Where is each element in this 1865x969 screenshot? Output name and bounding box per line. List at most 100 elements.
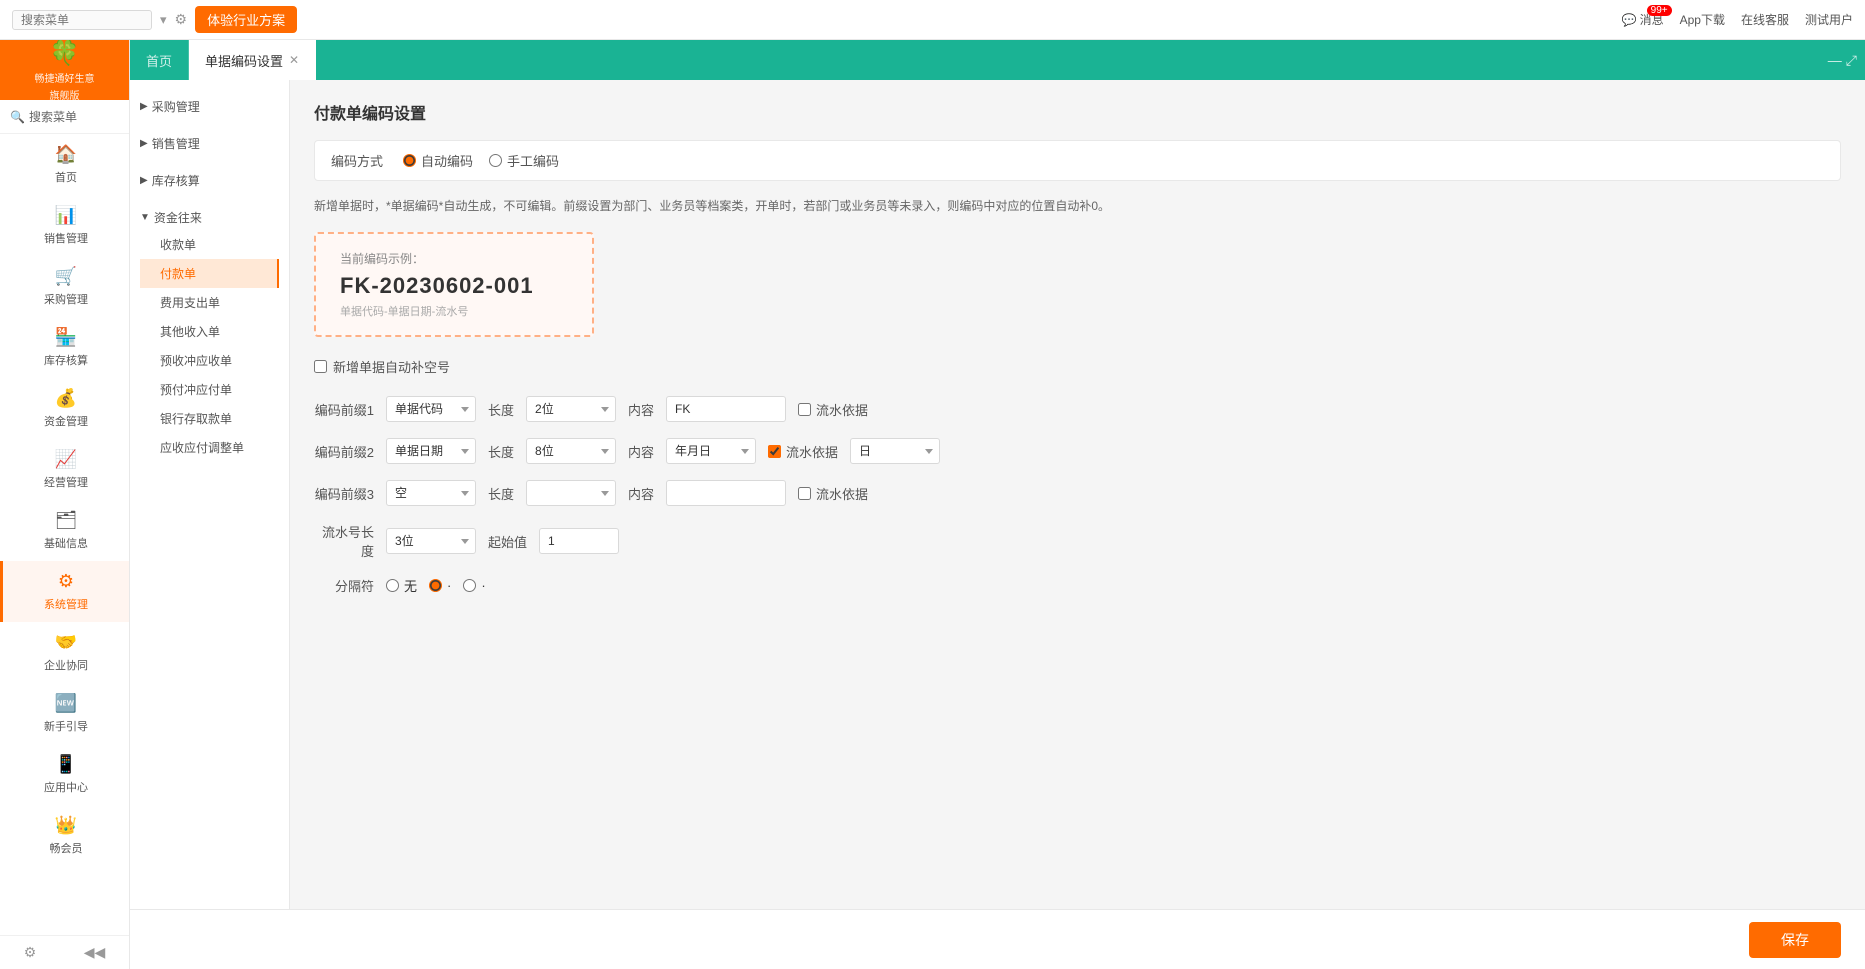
sidebar-item-purchase[interactable]: 🛒 采购管理 [0, 256, 129, 317]
sidebar: 🍀 畅捷通好生意 旗舰版 🔍 搜索菜单 🏠 首页 📊 销售管理 🛒 采购管理 🏪 [0, 40, 130, 969]
logo-icon: 🍀 [50, 40, 80, 68]
prefix1-label: 编码前缀1 [314, 400, 374, 419]
radio-manual[interactable]: 手工编码 [489, 151, 559, 170]
sidebar-item-home[interactable]: 🏠 首页 [0, 134, 129, 195]
radio-auto[interactable]: 自动编码 [403, 151, 473, 170]
sidebar-item-finance[interactable]: 💰 资金管理 [0, 378, 129, 439]
stream3-checkbox-group[interactable]: 流水依据 [798, 484, 868, 503]
vip-icon: 👑 [55, 815, 77, 836]
purchase-icon: 🛒 [55, 266, 77, 287]
tab-bar-actions: — ⤢ [1828, 52, 1865, 69]
sidebar-search[interactable]: 🔍 搜索菜单 [0, 100, 129, 134]
sep-dash-option[interactable]: · [463, 578, 485, 593]
save-button[interactable]: 保存 [1749, 922, 1841, 958]
search-input[interactable] [12, 10, 152, 30]
sidebar-search-label: 搜索菜单 [29, 108, 77, 125]
sidebar-item-sales[interactable]: 📊 销售管理 [0, 195, 129, 256]
content1-label: 内容 [628, 400, 654, 419]
app-download-link[interactable]: App下载 [1680, 11, 1725, 28]
code-preview-box: 当前编码示例： FK-20230602-001 单据代码-单据日期-流水号 [314, 232, 594, 337]
sub-nav-group-inventory-title[interactable]: ▶ 库存核算 [140, 168, 279, 193]
sidebar-item-finance-label: 资金管理 [44, 413, 88, 429]
top-bar-left: ▾ ⚙ 体验行业方案 [12, 6, 1612, 33]
sep-none-radio[interactable] [386, 579, 399, 592]
sub-nav-group-funds-title[interactable]: ▼ 资金往来 [140, 205, 279, 230]
sep-dot-label: · [447, 578, 451, 593]
collapse-icon[interactable]: ◀◀ [84, 944, 106, 961]
sub-nav-item-other-income[interactable]: 其他收入单 [140, 317, 279, 346]
sub-nav-item-pre-receipt[interactable]: 预收冲应收单 [140, 346, 279, 375]
stream3-checkbox[interactable] [798, 487, 811, 500]
try-industry-button[interactable]: 体验行业方案 [195, 6, 297, 33]
tab-expand-icon[interactable]: ⤢ [1846, 52, 1857, 69]
length2-select[interactable]: 8位 [526, 438, 616, 464]
sidebar-item-basic[interactable]: 🗂 基础信息 [0, 500, 129, 561]
auto-fill-label[interactable]: 新增单据自动补空号 [333, 357, 450, 376]
enterprise-icon: 🤝 [55, 632, 77, 653]
search-icon: 🔍 [10, 110, 25, 124]
auto-fill-checkbox[interactable] [314, 360, 327, 373]
stream2-checkbox[interactable] [768, 445, 781, 458]
sub-nav-item-adjustment[interactable]: 应收应付调整单 [140, 433, 279, 462]
prefix3-select[interactable]: 空 [386, 480, 476, 506]
sep-none-option[interactable]: 无 [386, 576, 417, 595]
stream1-checkbox-group[interactable]: 流水依据 [798, 400, 868, 419]
settings-bottom-icon[interactable]: ⚙ [24, 944, 37, 961]
content2-select[interactable]: 年月日 [666, 438, 756, 464]
sidebar-item-enterprise[interactable]: 🤝 企业协同 [0, 622, 129, 683]
dropdown-arrow-icon[interactable]: ▾ [160, 12, 167, 28]
content1-input[interactable] [666, 396, 786, 422]
tab-home-label: 首页 [146, 51, 172, 70]
radio-auto-label: 自动编码 [421, 151, 473, 170]
settings-gear-icon[interactable]: ⚙ [175, 11, 188, 28]
radio-manual-input[interactable] [489, 154, 502, 167]
prefix2-select[interactable]: 单据日期 [386, 438, 476, 464]
sidebar-item-system[interactable]: ⚙ 系统管理 [0, 561, 129, 622]
online-service-link[interactable]: 在线客服 [1741, 11, 1789, 28]
content3-input[interactable] [666, 480, 786, 506]
tab-close-icon[interactable]: ✕ [289, 53, 299, 67]
sub-nav-sales-label: 销售管理 [152, 135, 200, 152]
chevron-right-icon: ▶ [140, 101, 148, 112]
serial-select[interactable]: 3位 [386, 528, 476, 554]
sub-nav-item-receipt[interactable]: 收款单 [140, 230, 279, 259]
serial-label: 流水号长度 [314, 522, 374, 560]
sidebar-item-guide-label: 新手引导 [44, 718, 88, 734]
prefix1-select[interactable]: 单据代码 [386, 396, 476, 422]
sub-nav-item-pre-payment[interactable]: 预付冲应付单 [140, 375, 279, 404]
sep-dash-radio[interactable] [463, 579, 476, 592]
sidebar-item-vip[interactable]: 👑 畅会员 [0, 805, 129, 866]
sidebar-item-apps[interactable]: 📱 应用中心 [0, 744, 129, 805]
sidebar-item-inventory[interactable]: 🏪 库存核算 [0, 317, 129, 378]
sidebar-item-operation[interactable]: 📈 经营管理 [0, 439, 129, 500]
content2-label: 内容 [628, 442, 654, 461]
tab-home[interactable]: 首页 [130, 40, 189, 80]
tab-minimize-icon[interactable]: — [1828, 52, 1842, 68]
period2-select[interactable]: 日 [850, 438, 940, 464]
sub-nav-item-payment[interactable]: 付款单 [140, 259, 279, 288]
stream1-checkbox[interactable] [798, 403, 811, 416]
sub-nav-item-expense[interactable]: 费用支出单 [140, 288, 279, 317]
length3-select[interactable] [526, 480, 616, 506]
bottom-bar: 保存 [130, 909, 1865, 969]
sidebar-item-apps-label: 应用中心 [44, 779, 88, 795]
sep-dot-option[interactable]: · [429, 578, 451, 593]
message-badge[interactable]: 💬 消息 99+ [1622, 11, 1664, 28]
content3-label: 内容 [628, 484, 654, 503]
start-input[interactable] [539, 528, 619, 554]
stream2-checkbox-group[interactable]: 流水依据 [768, 442, 838, 461]
page-content: ▶ 采购管理 ▶ 销售管理 ▶ 库存核算 [130, 80, 1865, 909]
sidebar-bottom: ⚙ ◀◀ [0, 935, 129, 969]
tab-bar: 首页 单据编码设置 ✕ — ⤢ [130, 40, 1865, 80]
length1-select[interactable]: 2位 [526, 396, 616, 422]
sub-nav-group-sales-title[interactable]: ▶ 销售管理 [140, 131, 279, 156]
sidebar-item-enterprise-label: 企业协同 [44, 657, 88, 673]
sub-nav-item-bank[interactable]: 银行存取款单 [140, 404, 279, 433]
sidebar-item-guide[interactable]: 🆕 新手引导 [0, 683, 129, 744]
sep-dot-radio[interactable] [429, 579, 442, 592]
sub-nav-group-purchase-title[interactable]: ▶ 采购管理 [140, 94, 279, 119]
radio-auto-input[interactable] [403, 154, 416, 167]
sub-nav-inventory-label: 库存核算 [152, 172, 200, 189]
user-name[interactable]: 测试用户 [1805, 11, 1853, 28]
tab-code-settings[interactable]: 单据编码设置 ✕ [189, 40, 316, 80]
